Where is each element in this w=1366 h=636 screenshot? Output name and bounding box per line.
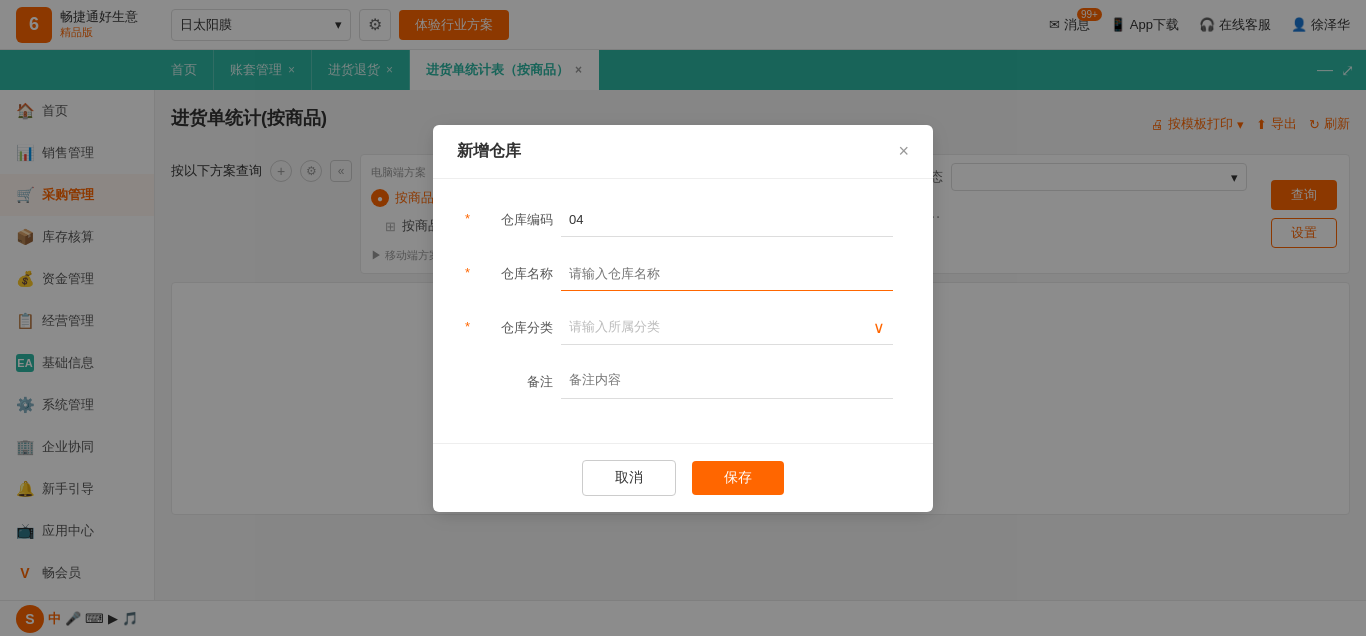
- warehouse-code-row: 仓库编码: [473, 203, 893, 237]
- warehouse-remark-label: 备注: [473, 373, 553, 391]
- warehouse-remark-input[interactable]: [561, 365, 893, 399]
- dialog-close-button[interactable]: ×: [898, 142, 909, 160]
- warehouse-remark-row: 备注: [473, 365, 893, 399]
- modal-overlay: 新增仓库 × 仓库编码 仓库名称 仓库分类 请输入所属分类 ∨: [0, 0, 1366, 636]
- warehouse-name-label: 仓库名称: [473, 265, 553, 283]
- category-dropdown-icon: ∨: [873, 318, 885, 337]
- new-warehouse-dialog: 新增仓库 × 仓库编码 仓库名称 仓库分类 请输入所属分类 ∨: [433, 125, 933, 512]
- cancel-button[interactable]: 取消: [582, 460, 676, 496]
- dialog-footer: 取消 保存: [433, 443, 933, 512]
- warehouse-name-input[interactable]: [561, 257, 893, 291]
- warehouse-code-label: 仓库编码: [473, 211, 553, 229]
- dialog-title: 新增仓库: [457, 141, 521, 162]
- warehouse-category-row: 仓库分类 请输入所属分类 ∨: [473, 311, 893, 345]
- warehouse-category-label: 仓库分类: [473, 319, 553, 337]
- save-button[interactable]: 保存: [692, 461, 784, 495]
- dialog-body: 仓库编码 仓库名称 仓库分类 请输入所属分类 ∨ 备注: [433, 179, 933, 443]
- dialog-header: 新增仓库 ×: [433, 125, 933, 179]
- warehouse-name-row: 仓库名称: [473, 257, 893, 291]
- warehouse-category-select[interactable]: 请输入所属分类 ∨: [561, 311, 893, 345]
- warehouse-code-input[interactable]: [561, 203, 893, 237]
